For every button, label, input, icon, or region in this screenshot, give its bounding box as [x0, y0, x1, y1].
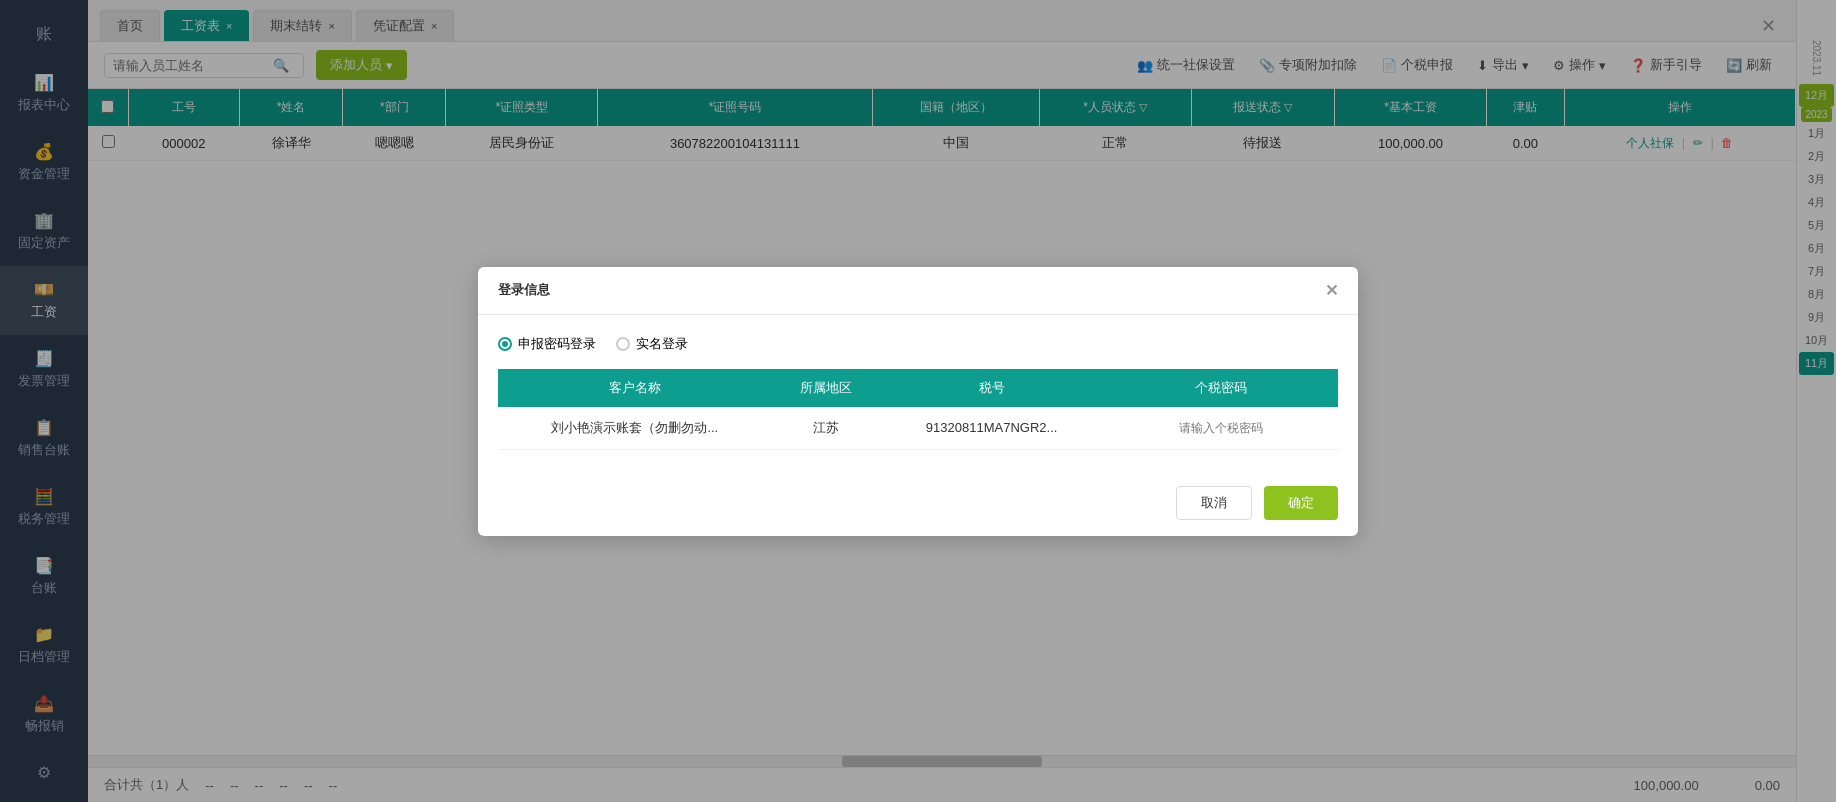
- radio-password-label: 申报密码登录: [518, 335, 596, 353]
- confirm-button[interactable]: 确定: [1264, 486, 1338, 520]
- radio-password-login[interactable]: 申报密码登录: [498, 335, 596, 353]
- dialog-cell-region: 江苏: [771, 407, 880, 450]
- dialog-col-password: 个税密码: [1103, 369, 1338, 407]
- dialog-col-tax-no: 税号: [880, 369, 1103, 407]
- dialog-header: 登录信息 ✕: [478, 267, 1358, 315]
- login-dialog: 登录信息 ✕ 申报密码登录 实名登录 客户名称 所属地区: [478, 267, 1358, 536]
- dialog-title: 登录信息: [498, 281, 550, 299]
- dialog-table-row: 刘小艳演示账套（勿删勿动... 江苏 91320811MA7NGR2...: [498, 407, 1338, 450]
- radio-real-name-login[interactable]: 实名登录: [616, 335, 688, 353]
- radio-realname-label: 实名登录: [636, 335, 688, 353]
- cancel-button[interactable]: 取消: [1176, 486, 1252, 520]
- dialog-overlay: 登录信息 ✕ 申报密码登录 实名登录 客户名称 所属地区: [0, 0, 1836, 802]
- individual-tax-password-input[interactable]: [1151, 421, 1291, 435]
- dialog-col-region: 所属地区: [771, 369, 880, 407]
- login-type-radio-group: 申报密码登录 实名登录: [498, 335, 1338, 353]
- dialog-body: 申报密码登录 实名登录 客户名称 所属地区 税号 个税密码: [478, 315, 1358, 470]
- dialog-cell-tax-no: 91320811MA7NGR2...: [880, 407, 1103, 450]
- dialog-cell-name: 刘小艳演示账套（勿删勿动...: [498, 407, 771, 450]
- login-info-table: 客户名称 所属地区 税号 个税密码 刘小艳演示账套（勿删勿动... 江苏 913…: [498, 369, 1338, 450]
- dialog-col-name: 客户名称: [498, 369, 771, 407]
- radio-dot-password: [498, 337, 512, 351]
- dialog-close-button[interactable]: ✕: [1325, 281, 1338, 300]
- dialog-footer: 取消 确定: [478, 470, 1358, 536]
- radio-dot-realname: [616, 337, 630, 351]
- dialog-cell-password[interactable]: [1103, 407, 1338, 450]
